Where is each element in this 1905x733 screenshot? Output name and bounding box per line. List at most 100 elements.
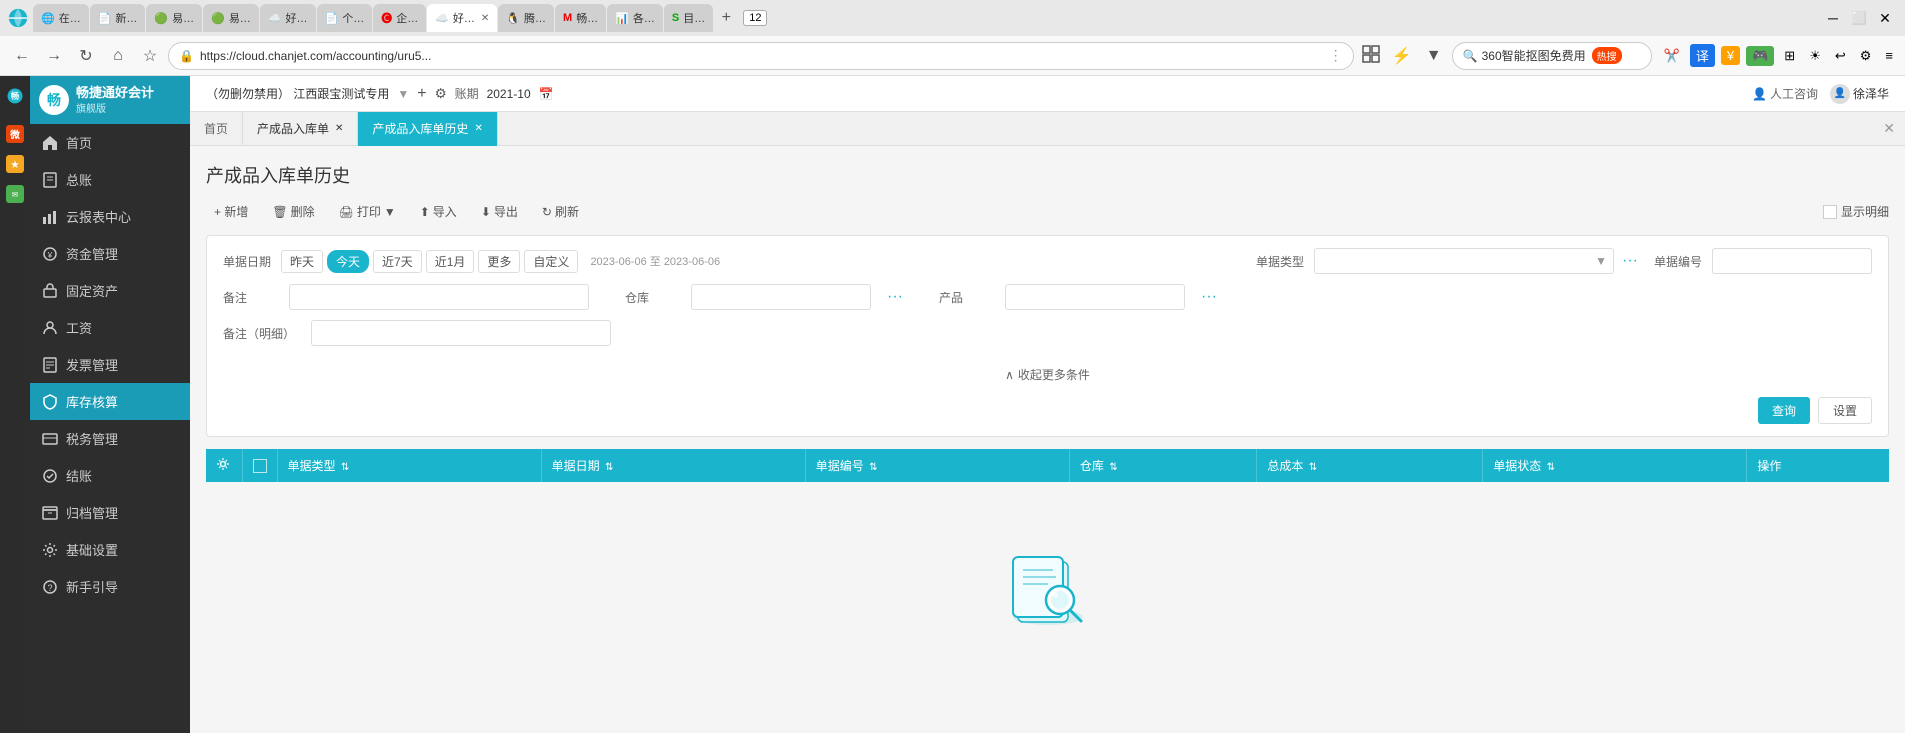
customer-service-button[interactable]: 👤 人工咨询 (1752, 85, 1818, 102)
list-tab-close[interactable]: ✕ (335, 123, 343, 134)
calendar-icon[interactable]: 📅 (539, 87, 554, 101)
sidebar-item-finance[interactable]: ¥ 资金管理 (30, 235, 190, 272)
search-bar[interactable]: 🔍 360智能抠图免费用 热搜 (1452, 42, 1652, 70)
product-filter-select[interactable] (1005, 284, 1185, 310)
tab-counter[interactable]: 12 (743, 10, 767, 26)
sidebar-item-home[interactable]: 首页 (30, 124, 190, 161)
sidebar-item-guide[interactable]: ? 新手引导 (30, 568, 190, 605)
th-settings[interactable] (206, 449, 242, 482)
date-1month[interactable]: 近1月 (426, 250, 475, 273)
grid2-icon[interactable]: ⊞ (1780, 48, 1799, 64)
undo-icon[interactable]: ↩ (1831, 48, 1850, 64)
back-button[interactable]: ← (8, 42, 36, 70)
home-button[interactable]: ⌂ (104, 42, 132, 70)
add-company-button[interactable]: + (417, 85, 426, 103)
tab-1[interactable]: 🌐 在… (33, 4, 89, 32)
show-fields-button[interactable]: 显示明细 (1823, 203, 1889, 220)
date-7days[interactable]: 近7天 (373, 250, 422, 273)
print-button[interactable]: 🖨 打印 ▼ (331, 200, 404, 223)
more-options-icon[interactable]: ⋮ (1329, 47, 1343, 64)
th-number[interactable]: 单据编号 ⇅ (805, 449, 1069, 482)
sidebar-item-salary[interactable]: 工资 (30, 309, 190, 346)
print-dropdown-icon[interactable]: ▼ (384, 205, 396, 219)
sidebar-item-reports[interactable]: 云报表中心 (30, 198, 190, 235)
translate-icon[interactable]: 译 (1690, 44, 1715, 67)
breadcrumb-home[interactable]: 首页 (190, 112, 243, 146)
sidebar-item-tax[interactable]: 税务管理 (30, 420, 190, 457)
refresh-button[interactable]: ↻ 刷新 (534, 200, 587, 223)
export-button[interactable]: ⬇ 导出 (473, 200, 526, 223)
menu-icon[interactable]: ≡ (1881, 48, 1897, 63)
th-cost[interactable]: 总成本 ⇅ (1257, 449, 1483, 482)
filter-settings-button[interactable]: 设置 (1818, 397, 1872, 424)
settings-company-button[interactable]: ⚙ (435, 86, 447, 102)
tab-4[interactable]: 🟢 易… (203, 4, 259, 32)
minimize-button[interactable]: ─ (1821, 6, 1845, 30)
sidebar-item-assets[interactable]: 固定资产 (30, 272, 190, 309)
date-today[interactable]: 今天 (327, 250, 369, 273)
rail-logo[interactable]: 畅 (3, 84, 27, 108)
import-button[interactable]: ⬆ 导入 (412, 200, 465, 223)
user-info-button[interactable]: 👤 徐泽华 (1830, 84, 1889, 104)
product-filter-dots[interactable]: ··· (1201, 288, 1217, 306)
tab-3[interactable]: 🟢 易… (146, 4, 202, 32)
tab-5[interactable]: ☁️ 好… (260, 4, 316, 32)
sidebar-item-close-account[interactable]: 结账 (30, 457, 190, 494)
new-tab-button[interactable]: + (714, 6, 738, 30)
th-date[interactable]: 单据日期 ⇅ (541, 449, 805, 482)
number-filter-input[interactable] (1712, 248, 1872, 274)
tab-12[interactable]: S 目… (664, 4, 713, 32)
maximize-button[interactable]: ⬜ (1847, 6, 1871, 30)
add-button[interactable]: + 新增 (206, 200, 256, 223)
rail-weibo-icon[interactable]: 微 (3, 122, 27, 146)
th-status[interactable]: 单据状态 ⇅ (1483, 449, 1747, 482)
yuan-icon[interactable]: ¥ (1721, 46, 1740, 65)
warehouse-filter-dots[interactable]: ··· (887, 288, 903, 306)
refresh-button[interactable]: ↻ (72, 42, 100, 70)
sidebar-item-archive[interactable]: 归档管理 (30, 494, 190, 531)
settings-icon[interactable]: ⚙ (1856, 48, 1876, 64)
sidebar-item-ledger[interactable]: 总账 (30, 161, 190, 198)
close-window-button[interactable]: ✕ (1873, 6, 1897, 30)
dropdown-arrow[interactable]: ▼ (1420, 42, 1448, 70)
scissors-icon[interactable]: ✂️ (1660, 48, 1684, 64)
remark-filter-input[interactable] (289, 284, 589, 310)
tab-2[interactable]: 📄 新… (90, 4, 146, 32)
show-fields-checkbox[interactable] (1823, 205, 1837, 219)
tab-11[interactable]: 📊 各… (607, 4, 663, 32)
date-yesterday[interactable]: 昨天 (281, 250, 323, 273)
tab-8[interactable]: ☁️ 好… ✕ (427, 4, 497, 32)
forward-button[interactable]: → (40, 42, 68, 70)
date-more[interactable]: 更多 (478, 250, 520, 273)
period-value[interactable]: 2021-10 (487, 87, 531, 101)
grid-icon[interactable] (1358, 45, 1384, 66)
bookmark-button[interactable]: ☆ (136, 42, 164, 70)
sidebar-item-invoice[interactable]: 发票管理 (30, 346, 190, 383)
close-all-tabs-button[interactable]: ✕ (1883, 120, 1895, 137)
tab-6[interactable]: 📄 个… (317, 4, 373, 32)
detail-remark-input[interactable] (311, 320, 611, 346)
page-tab-history[interactable]: 产成品入库单历史 ✕ (358, 112, 497, 146)
sidebar-item-inventory[interactable]: 库存核算 (30, 383, 190, 420)
th-checkbox[interactable] (242, 449, 277, 482)
sidebar-item-settings[interactable]: 基础设置 (30, 531, 190, 568)
tab-10[interactable]: M 畅… (555, 4, 606, 32)
rail-star-icon[interactable]: ★ (3, 152, 27, 176)
brightness-icon[interactable]: ☀ (1805, 48, 1825, 64)
page-tab-list[interactable]: 产成品入库单 ✕ (243, 112, 358, 146)
type-filter-dots[interactable]: ··· (1622, 252, 1638, 270)
tab-close-8[interactable]: ✕ (481, 13, 489, 24)
collapse-button[interactable]: ∧ 收起更多条件 (1005, 362, 1090, 387)
tab-7[interactable]: 🅒 企… (373, 4, 426, 32)
company-dropdown-icon[interactable]: ▼ (397, 87, 409, 101)
search-button[interactable]: 查询 (1758, 397, 1810, 424)
tab-9[interactable]: 🐧 腾… (498, 4, 554, 32)
lightning-icon[interactable]: ⚡ (1388, 42, 1416, 70)
warehouse-filter-select[interactable] (691, 284, 871, 310)
delete-button[interactable]: 🗑 删除 (264, 200, 322, 223)
game-icon[interactable]: 🎮 (1746, 46, 1774, 66)
th-type[interactable]: 单据类型 ⇅ (277, 449, 541, 482)
address-bar[interactable]: 🔒 https://cloud.chanjet.com/accounting/u… (168, 42, 1354, 70)
th-warehouse[interactable]: 仓库 ⇅ (1069, 449, 1257, 482)
date-custom[interactable]: 自定义 (524, 250, 578, 273)
